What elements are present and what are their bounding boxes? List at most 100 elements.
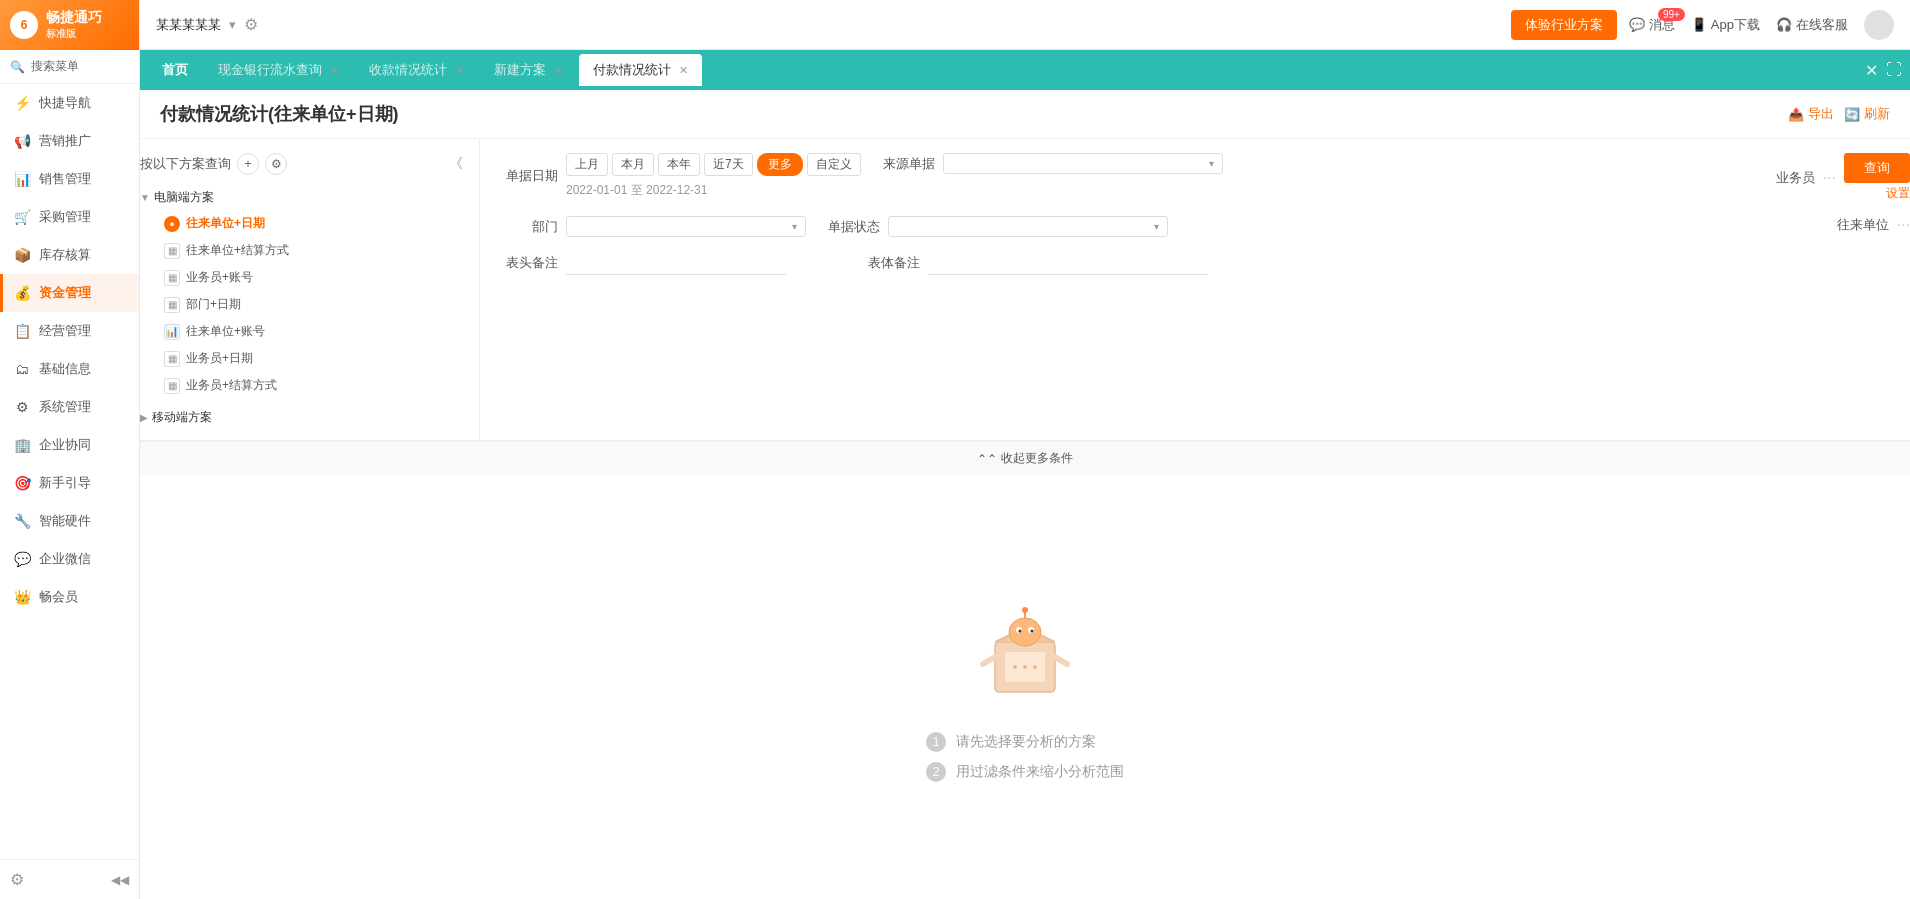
scheme-item-party-settle[interactable]: ▦ 往来单位+结算方式: [160, 237, 463, 264]
tab-actions: ✕ ⛶: [1865, 61, 1902, 80]
sidebar-item-purchase[interactable]: 🛒 采购管理: [0, 198, 139, 236]
sidebar-item-system[interactable]: ⚙ 系统管理: [0, 388, 139, 426]
sidebar-item-guide[interactable]: 🎯 新手引导: [0, 464, 139, 502]
date-this-month[interactable]: 本月: [612, 153, 654, 176]
sidebar-item-hardware[interactable]: 🔧 智能硬件: [0, 502, 139, 540]
sidebar-item-enterprise[interactable]: 🏢 企业协同: [0, 426, 139, 464]
close-window-icon[interactable]: ✕: [1865, 61, 1878, 80]
scheme-item-label: 往来单位+日期: [186, 215, 265, 232]
sales-icon: 📊: [13, 170, 31, 188]
export-label: 导出: [1808, 105, 1834, 123]
scheme-collapse-icon[interactable]: 《: [449, 155, 463, 173]
scheme-item-party-date[interactable]: ● 往来单位+日期: [160, 210, 463, 237]
date-label: 单据日期: [500, 167, 558, 185]
scheme-type-icon: ▦: [164, 270, 180, 286]
sidebar-item-operations[interactable]: 📋 经营管理: [0, 312, 139, 350]
add-scheme-btn[interactable]: +: [237, 153, 259, 175]
export-btn[interactable]: 📤 导出: [1788, 105, 1834, 123]
scheme-item-salesman-settle[interactable]: ▦ 业务员+结算方式: [160, 372, 463, 399]
date-field: 单据日期 上月 本月 本年 近7天 更多 自定义 2022-01-01 至 20…: [500, 153, 861, 199]
sidebar-item-member[interactable]: 👑 畅会员: [0, 578, 139, 616]
svg-point-10: [1023, 665, 1027, 669]
table-body-note-input[interactable]: [928, 251, 1208, 275]
message-icon: 💬: [1629, 17, 1645, 32]
query-btn[interactable]: 查询: [1844, 153, 1910, 183]
search-menu[interactable]: 🔍 搜索菜单: [0, 50, 139, 84]
mobile-scheme-section: ▶ 移动端方案: [140, 405, 463, 430]
scheme-item-label: 业务员+日期: [186, 350, 253, 367]
sidebar-item-label: 资金管理: [39, 284, 91, 302]
sidebar-item-marketing[interactable]: 📢 营销推广: [0, 122, 139, 160]
date-custom[interactable]: 自定义: [807, 153, 861, 176]
tab-bank-flow[interactable]: 现金银行流水查询 ✕: [204, 54, 353, 86]
mobile-scheme-title[interactable]: ▶ 移动端方案: [140, 405, 463, 430]
scheme-panel: 按以下方案查询 + ⚙ 《 ▼ 电脑端方案 ●: [140, 139, 480, 440]
desktop-scheme-title[interactable]: ▼ 电脑端方案: [140, 185, 463, 210]
table-header-note-input[interactable]: [566, 251, 786, 275]
table-body-note-field: 表体备注: [802, 251, 1910, 275]
sidebar-item-inventory[interactable]: 📦 库存核算: [0, 236, 139, 274]
empty-illustration: [965, 592, 1085, 712]
sidebar-item-label: 销售管理: [39, 170, 91, 188]
tab-receivable-stats[interactable]: 收款情况统计 ✕: [355, 54, 478, 86]
sidebar-item-sales[interactable]: 📊 销售管理: [0, 160, 139, 198]
source-select[interactable]: ▾: [943, 153, 1223, 174]
scheme-item-label: 业务员+结算方式: [186, 377, 277, 394]
related-party-dots-btn[interactable]: ···: [1897, 216, 1910, 234]
date-last-month[interactable]: 上月: [566, 153, 608, 176]
tab-close-icon[interactable]: ✕: [554, 64, 563, 77]
date-last-7-days[interactable]: 近7天: [704, 153, 753, 176]
svg-point-5: [1019, 630, 1022, 633]
member-icon: 👑: [13, 588, 31, 606]
messages-btn[interactable]: 💬 消息 99+: [1629, 16, 1675, 34]
related-party-field: 往来单位 ···: [1831, 216, 1910, 234]
tab-label: 新建方案: [494, 61, 546, 79]
business-dots-btn[interactable]: ···: [1823, 169, 1836, 187]
tab-label: 首页: [162, 61, 188, 79]
tab-new-scheme[interactable]: 新建方案 ✕: [480, 54, 577, 86]
scheme-item-salesman-date[interactable]: ▦ 业务员+日期: [160, 345, 463, 372]
tab-close-icon[interactable]: ✕: [455, 64, 464, 77]
svg-point-8: [1022, 607, 1028, 613]
sidebar-item-label: 畅会员: [39, 588, 78, 606]
app-download-btn[interactable]: 📱 App下载: [1691, 16, 1760, 34]
sidebar-settings-btn[interactable]: ⚙: [10, 870, 24, 889]
sidebar-item-wechat[interactable]: 💬 企业微信: [0, 540, 139, 578]
user-avatar[interactable]: [1864, 10, 1894, 40]
trial-btn[interactable]: 体验行业方案: [1511, 10, 1617, 40]
phone-icon: 📱: [1691, 17, 1707, 32]
doc-status-select[interactable]: ▾: [888, 216, 1168, 237]
tab-close-icon[interactable]: ✕: [679, 64, 688, 77]
dept-select[interactable]: ▾: [566, 216, 806, 237]
date-more[interactable]: 更多: [757, 153, 803, 176]
refresh-btn[interactable]: 🔄 刷新: [1844, 105, 1890, 123]
filter-row-1: 单据日期 上月 本月 本年 近7天 更多 自定义 2022-01-01 至 20…: [500, 153, 1910, 202]
sidebar-item-label: 基础信息: [39, 360, 91, 378]
filter-fields: 单据日期 上月 本月 本年 近7天 更多 自定义 2022-01-01 至 20…: [480, 139, 1910, 440]
tab-bar: 首页 现金银行流水查询 ✕ 收款情况统计 ✕ 新建方案 ✕ 付款情况统计 ✕ ✕…: [140, 50, 1910, 90]
scheme-item-salesman-account[interactable]: ▦ 业务员+账号: [160, 264, 463, 291]
collapse-conditions-btn[interactable]: ⌃⌃ 收起更多条件: [140, 441, 1910, 475]
scheme-item-label: 往来单位+结算方式: [186, 242, 289, 259]
company-chevron-icon[interactable]: ▾: [229, 17, 236, 32]
page-title: 付款情况统计(往来单位+日期): [160, 102, 399, 126]
tab-close-icon[interactable]: ✕: [330, 64, 339, 77]
query-btn-area: 查询 设置: [1844, 153, 1910, 202]
scheme-item-party-account[interactable]: 📊 往来单位+账号: [160, 318, 463, 345]
maximize-icon[interactable]: ⛶: [1886, 61, 1902, 79]
settings-link[interactable]: 设置: [1844, 185, 1910, 202]
sidebar-item-finance[interactable]: 💰 资金管理: [0, 274, 139, 312]
sidebar-item-basic[interactable]: 🗂 基础信息: [0, 350, 139, 388]
scheme-settings-btn[interactable]: ⚙: [265, 153, 287, 175]
sidebar-item-quick-nav[interactable]: ⚡ 快捷导航: [0, 84, 139, 122]
scheme-type-icon: ▦: [164, 351, 180, 367]
scheme-item-dept-date[interactable]: ▦ 部门+日期: [160, 291, 463, 318]
online-service-btn[interactable]: 🎧 在线客服: [1776, 16, 1848, 34]
purchase-icon: 🛒: [13, 208, 31, 226]
scheme-label: 按以下方案查询: [140, 155, 231, 173]
tab-payment-stats[interactable]: 付款情况统计 ✕: [579, 54, 702, 86]
tab-home[interactable]: 首页: [148, 54, 202, 86]
date-this-year[interactable]: 本年: [658, 153, 700, 176]
sidebar-collapse-btn[interactable]: ◀◀: [111, 873, 129, 887]
topbar-settings-icon[interactable]: ⚙: [244, 15, 258, 34]
